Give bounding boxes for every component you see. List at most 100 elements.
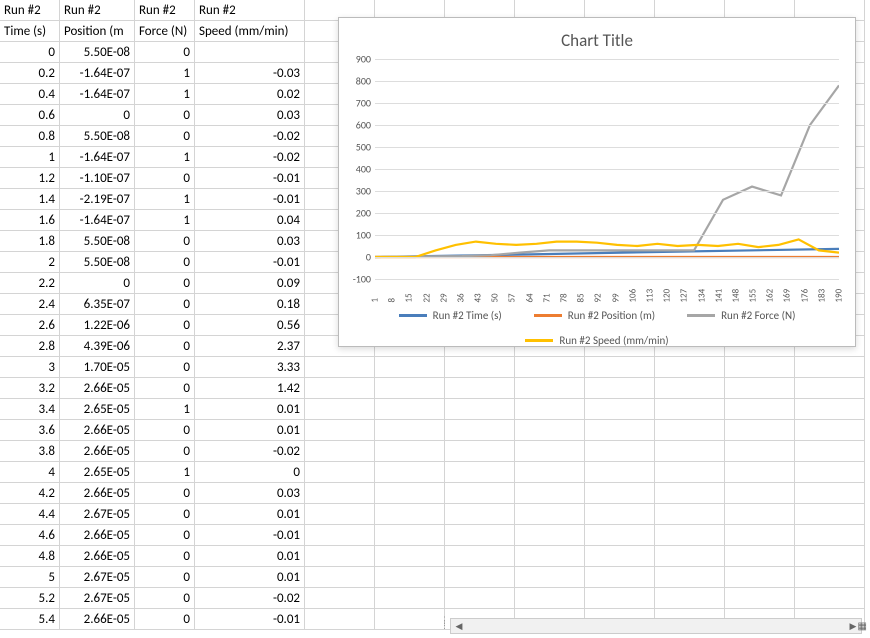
cell-time[interactable]: 2.2 <box>0 273 60 294</box>
cell-speed[interactable]: -0.02 <box>195 147 305 168</box>
cell-force[interactable]: 0 <box>135 483 195 504</box>
cell-force[interactable]: 0 <box>135 126 195 147</box>
cell-speed[interactable]: 0.03 <box>195 231 305 252</box>
cell-force[interactable]: 0 <box>135 525 195 546</box>
cell-speed[interactable]: 0.01 <box>195 504 305 525</box>
empty-cell[interactable] <box>305 609 375 630</box>
empty-cell[interactable] <box>655 504 725 525</box>
cell-position[interactable]: 2.66E-05 <box>60 609 135 630</box>
empty-cell[interactable] <box>305 378 375 399</box>
empty-cell[interactable] <box>305 504 375 525</box>
cell-time[interactable]: 4 <box>0 462 60 483</box>
empty-cell[interactable] <box>445 483 515 504</box>
cell-time[interactable]: 2.8 <box>0 336 60 357</box>
empty-cell[interactable] <box>305 483 375 504</box>
cell-time[interactable]: 0.6 <box>0 105 60 126</box>
cell-speed[interactable]: -0.01 <box>195 168 305 189</box>
empty-cell[interactable] <box>375 504 445 525</box>
empty-cell[interactable] <box>375 483 445 504</box>
cell-force[interactable]: 0 <box>135 294 195 315</box>
cell-position[interactable]: 2.66E-05 <box>60 483 135 504</box>
cell-time[interactable]: 5 <box>0 567 60 588</box>
scroll-left-button[interactable]: ◀ <box>451 619 467 633</box>
empty-cell[interactable] <box>655 357 725 378</box>
cell-speed[interactable]: -0.01 <box>195 252 305 273</box>
cell-speed[interactable]: -0.01 <box>195 525 305 546</box>
cell-position[interactable]: -2.19E-07 <box>60 189 135 210</box>
cell-position[interactable]: -1.64E-07 <box>60 147 135 168</box>
empty-cell[interactable] <box>725 441 795 462</box>
horizontal-scrollbar[interactable]: ◀ ▶ <box>450 618 862 634</box>
empty-cell[interactable] <box>655 546 725 567</box>
cell-time[interactable]: 3.2 <box>0 378 60 399</box>
cell-time[interactable]: 3.4 <box>0 399 60 420</box>
empty-cell[interactable] <box>655 588 725 609</box>
cell-position[interactable]: -1.10E-07 <box>60 168 135 189</box>
cell-time[interactable]: 1 <box>0 147 60 168</box>
cell-time[interactable]: 2.4 <box>0 294 60 315</box>
empty-cell[interactable] <box>795 525 865 546</box>
empty-cell[interactable] <box>445 567 515 588</box>
cell-force[interactable]: 0 <box>135 168 195 189</box>
column-header[interactable]: Force (N) <box>135 21 195 42</box>
empty-cell[interactable] <box>445 441 515 462</box>
empty-cell[interactable] <box>585 420 655 441</box>
empty-cell[interactable] <box>585 546 655 567</box>
empty-cell[interactable] <box>445 546 515 567</box>
empty-cell[interactable] <box>305 399 375 420</box>
cell-speed[interactable]: -0.01 <box>195 609 305 630</box>
column-header[interactable]: Position (m <box>60 21 135 42</box>
empty-cell[interactable] <box>515 546 585 567</box>
empty-cell[interactable] <box>655 441 725 462</box>
cell-time[interactable]: 1.6 <box>0 210 60 231</box>
cell-force[interactable]: 1 <box>135 147 195 168</box>
cell-speed[interactable]: 0.01 <box>195 399 305 420</box>
cell-speed[interactable]: 0.04 <box>195 210 305 231</box>
empty-cell[interactable] <box>515 441 585 462</box>
empty-cell[interactable] <box>445 420 515 441</box>
cell-time[interactable]: 3.8 <box>0 441 60 462</box>
cell-force[interactable]: 0 <box>135 315 195 336</box>
cell-speed[interactable]: 0.01 <box>195 567 305 588</box>
empty-cell[interactable] <box>795 588 865 609</box>
cell-time[interactable]: 0 <box>0 42 60 63</box>
cell-position[interactable]: 2.65E-05 <box>60 399 135 420</box>
cell-force[interactable]: 0 <box>135 420 195 441</box>
empty-cell[interactable] <box>725 420 795 441</box>
empty-cell[interactable] <box>585 441 655 462</box>
legend-item[interactable]: Run #2 Time (s) <box>399 309 502 322</box>
cell-speed[interactable]: 0.01 <box>195 546 305 567</box>
empty-cell[interactable] <box>375 462 445 483</box>
empty-cell[interactable] <box>375 546 445 567</box>
empty-cell[interactable] <box>725 525 795 546</box>
legend-item[interactable]: Run #2 Position (m) <box>534 309 655 322</box>
empty-cell[interactable] <box>375 525 445 546</box>
cell-force[interactable]: 0 <box>135 441 195 462</box>
cell-time[interactable]: 4.8 <box>0 546 60 567</box>
column-header[interactable]: Time (s) <box>0 21 60 42</box>
cell-force[interactable]: 0 <box>135 336 195 357</box>
cell-force[interactable]: 0 <box>135 231 195 252</box>
scroll-track[interactable] <box>467 619 845 633</box>
pane-separator-grip[interactable]: ⋮⋮ <box>440 618 448 634</box>
cell-time[interactable]: 3.6 <box>0 420 60 441</box>
cell-position[interactable]: 2.67E-05 <box>60 567 135 588</box>
empty-cell[interactable] <box>515 525 585 546</box>
cell-speed[interactable] <box>195 42 305 63</box>
cell-position[interactable]: 5.50E-08 <box>60 252 135 273</box>
empty-cell[interactable] <box>795 441 865 462</box>
empty-cell[interactable] <box>305 546 375 567</box>
empty-cell[interactable] <box>655 525 725 546</box>
empty-cell[interactable] <box>375 420 445 441</box>
empty-cell[interactable] <box>795 462 865 483</box>
empty-cell[interactable] <box>445 357 515 378</box>
cell-time[interactable]: 2 <box>0 252 60 273</box>
empty-cell[interactable] <box>795 399 865 420</box>
empty-cell[interactable] <box>445 462 515 483</box>
empty-cell[interactable] <box>445 504 515 525</box>
empty-cell[interactable] <box>375 588 445 609</box>
empty-cell[interactable] <box>585 378 655 399</box>
empty-cell[interactable] <box>725 483 795 504</box>
cell-force[interactable]: 0 <box>135 357 195 378</box>
empty-cell[interactable] <box>795 483 865 504</box>
